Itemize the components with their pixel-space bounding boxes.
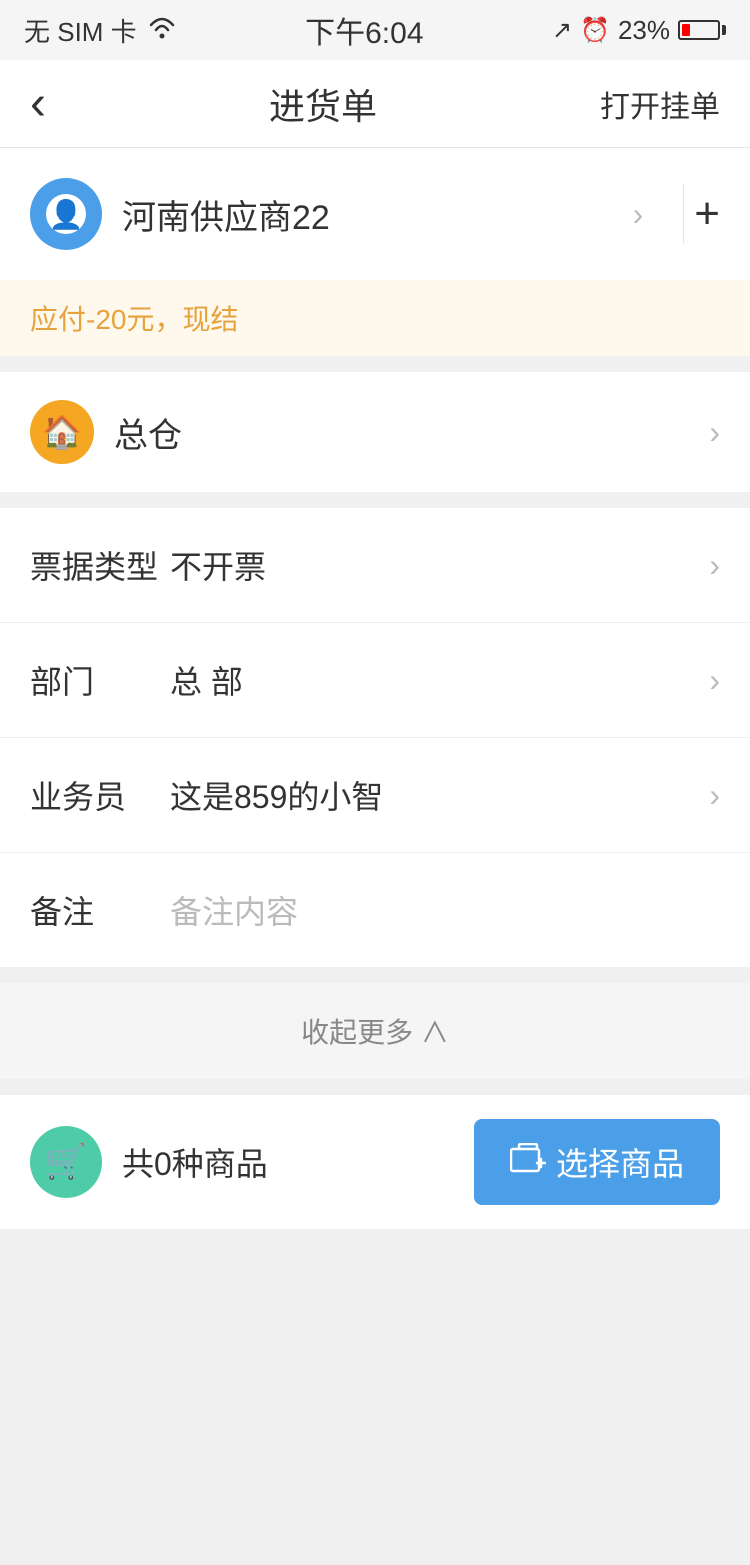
notice-text: 应付-20元，现结 — [30, 304, 238, 335]
add-supplier-button[interactable]: + — [694, 192, 720, 236]
status-time: 下午6:04 — [305, 8, 423, 52]
product-icon: 🛒 — [30, 1126, 102, 1198]
battery-percentage: 23% — [618, 15, 670, 46]
department-row[interactable]: 部门 总 部 › — [0, 623, 750, 738]
invoice-type-row[interactable]: 票据类型 不开票 › — [0, 508, 750, 623]
product-count: 共0种商品 — [122, 1139, 474, 1185]
person-icon: 👤 — [49, 198, 84, 231]
supplier-row[interactable]: 👤 河南供应商22 › + — [0, 148, 750, 280]
cart-icon: 🛒 — [45, 1142, 87, 1182]
salesperson-row[interactable]: 业务员 这是859的小智 › — [0, 738, 750, 853]
select-icon — [510, 1143, 546, 1181]
warehouse-chevron-icon: › — [709, 414, 720, 451]
status-left: 无 SIM 卡 — [24, 12, 177, 49]
warehouse-section: 🏠 总仓 › — [0, 372, 750, 492]
carrier-text: 无 SIM 卡 — [24, 12, 137, 49]
avatar-inner: 👤 — [46, 194, 86, 234]
department-label: 部门 — [30, 657, 170, 703]
remark-label: 备注 — [30, 887, 170, 933]
collapse-row[interactable]: 收起更多 ∧ — [0, 983, 750, 1079]
remark-input[interactable]: 备注内容 — [170, 887, 720, 933]
invoice-type-label: 票据类型 — [30, 542, 170, 588]
house-icon: 🏠 — [42, 413, 82, 451]
form-section: 票据类型 不开票 › 部门 总 部 › 业务员 这是859的小智 › 备注 备注… — [0, 508, 750, 967]
warehouse-name: 总仓 — [114, 408, 709, 457]
invoice-type-value: 不开票 — [170, 542, 709, 588]
salesperson-value: 这是859的小智 — [170, 772, 709, 818]
notice-banner: 应付-20元，现结 — [0, 280, 750, 356]
content: 👤 河南供应商22 › + 应付-20元，现结 🏠 总仓 › 票据类型 不开票 … — [0, 148, 750, 1565]
page-title: 进货单 — [269, 78, 377, 130]
open-pending-button[interactable]: 打开挂单 — [600, 82, 720, 126]
warehouse-row[interactable]: 🏠 总仓 › — [0, 372, 750, 492]
wifi-icon — [147, 15, 177, 46]
collapse-label: 收起更多 ∧ — [301, 1011, 449, 1051]
status-bar: 无 SIM 卡 下午6:04 ↗ ⏰ 23% — [0, 0, 750, 60]
back-button[interactable]: ‹ — [30, 76, 46, 131]
supplier-avatar: 👤 — [30, 178, 102, 250]
department-value: 总 部 — [170, 657, 709, 703]
supplier-chevron-icon: › — [633, 196, 644, 233]
status-right: ↗ ⏰ 23% — [552, 15, 726, 46]
footer-row: 🛒 共0种商品 选择商品 — [0, 1095, 750, 1229]
remark-row[interactable]: 备注 备注内容 — [0, 853, 750, 967]
salesperson-chevron-icon: › — [709, 777, 720, 814]
nav-bar: ‹ 进货单 打开挂单 — [0, 60, 750, 148]
salesperson-label: 业务员 — [30, 772, 170, 818]
department-chevron-icon: › — [709, 662, 720, 699]
supplier-name: 河南供应商22 — [122, 190, 633, 239]
select-btn-label: 选择商品 — [556, 1139, 684, 1185]
select-product-button[interactable]: 选择商品 — [474, 1119, 720, 1205]
location-icon: ↗ — [552, 16, 572, 45]
bottom-area — [0, 1245, 750, 1565]
warehouse-icon: 🏠 — [30, 400, 94, 464]
invoice-chevron-icon: › — [709, 547, 720, 584]
alarm-icon: ⏰ — [580, 16, 610, 45]
supplier-section: 👤 河南供应商22 › + 应付-20元，现结 — [0, 148, 750, 356]
battery-icon — [678, 20, 726, 40]
vertical-divider — [683, 184, 684, 244]
